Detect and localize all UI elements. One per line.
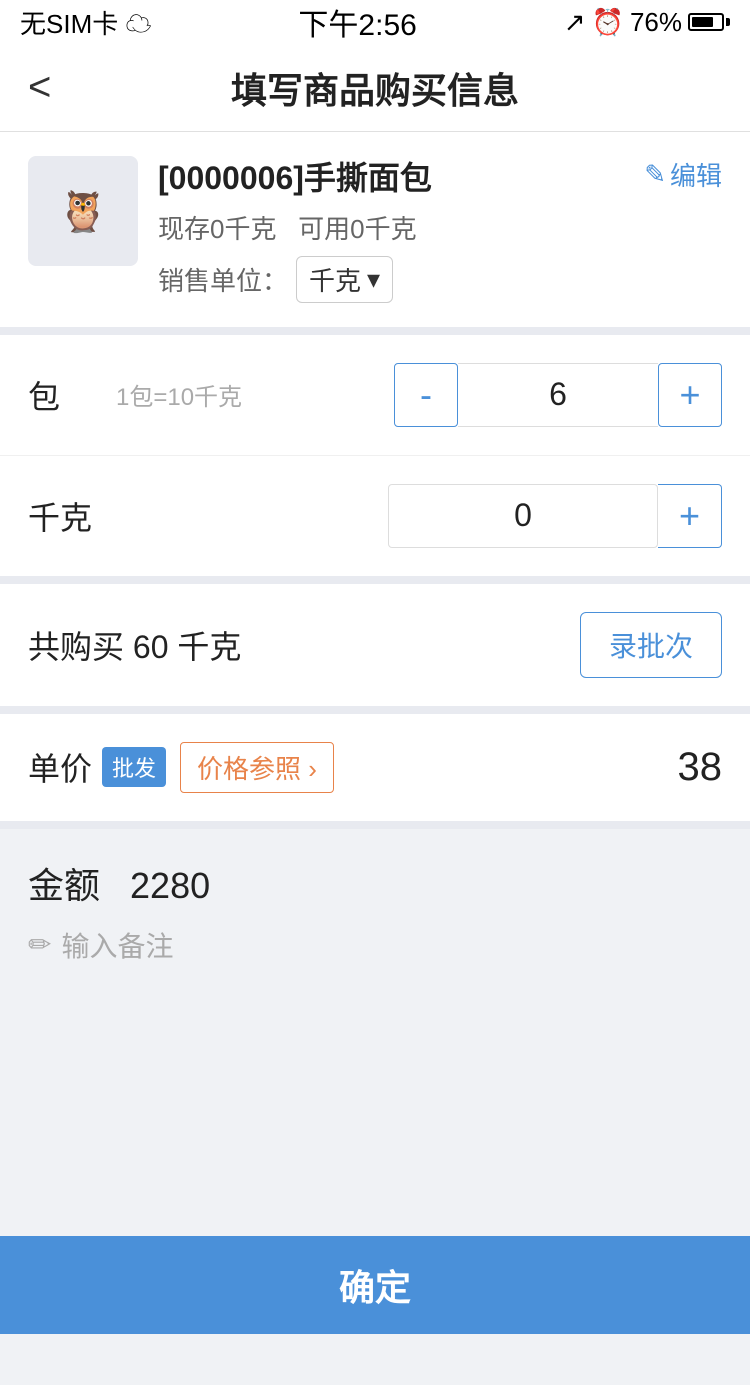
battery-percent: 76% <box>630 7 682 38</box>
edit-icon: ✎ <box>644 159 666 190</box>
product-card: 🦉 [0000006]手撕面包 ✎ 编辑 现存0千克 可用0千克 销售单位： 千… <box>0 132 750 335</box>
price-type-badge: 批发 <box>102 747 166 787</box>
carrier-text: 无SIM卡 ☁ <box>20 4 151 41</box>
amount-row: 金额 2280 <box>28 857 722 909</box>
bag-quantity-input[interactable] <box>458 363 658 427</box>
unit-select[interactable]: 千克 ▾ <box>296 256 393 303</box>
product-name: [0000006]手撕面包 <box>158 156 432 201</box>
product-logo-icon: 🦉 <box>58 188 108 235</box>
amount-label: 金额 <box>28 865 100 906</box>
price-value: 38 <box>678 745 723 790</box>
stock-available: 可用0千克 <box>298 214 416 244</box>
price-row: 单价 批发 价格参照 › 38 <box>28 742 722 821</box>
batch-button[interactable]: 录批次 <box>580 612 722 678</box>
note-placeholder: 输入备注 <box>61 925 173 965</box>
page-title: 填写商品购买信息 <box>231 62 519 114</box>
amount-section: 金额 2280 ✏ 输入备注 <box>0 829 750 985</box>
product-image: 🦉 <box>28 156 138 266</box>
status-right: ↗ ⏰ 76% <box>564 7 730 38</box>
bag-hint: 1包=10千克 <box>116 377 242 412</box>
bag-input-row: 包 1包=10千克 - + <box>0 335 750 456</box>
confirm-bar[interactable]: 确定 <box>0 1236 750 1334</box>
edit-label: 编辑 <box>670 156 722 193</box>
bag-increment-button[interactable]: + <box>658 363 722 427</box>
stock-current: 现存0千克 <box>158 214 276 244</box>
edit-button[interactable]: ✎ 编辑 <box>644 156 722 193</box>
nav-bar: < 填写商品购买信息 <box>0 44 750 132</box>
kg-label: 千克 <box>28 493 108 539</box>
price-reference-button[interactable]: 价格参照 › <box>180 742 334 793</box>
total-text: 共购买 60 千克 <box>28 622 241 668</box>
status-time: 下午2:56 <box>298 0 416 44</box>
note-icon: ✏ <box>28 928 51 961</box>
product-info: [0000006]手撕面包 ✎ 编辑 现存0千克 可用0千克 销售单位： 千克 … <box>158 156 722 303</box>
unit-value: 千克 <box>309 261 361 298</box>
back-button[interactable]: < <box>28 65 51 110</box>
price-section: 单价 批发 价格参照 › 38 <box>0 714 750 829</box>
kg-quantity-input[interactable] <box>388 484 658 548</box>
total-row: 共购买 60 千克 录批次 <box>0 584 750 714</box>
confirm-label: 确定 <box>339 1259 411 1311</box>
kg-increment-button[interactable]: + <box>658 484 722 548</box>
status-bar: 无SIM卡 ☁ 下午2:56 ↗ ⏰ 76% <box>0 0 750 44</box>
location-icon: ↗ <box>564 7 586 38</box>
price-ref-label: 价格参照 › <box>197 749 317 786</box>
bag-controls: - + <box>394 363 722 427</box>
amount-value: 2280 <box>130 865 210 906</box>
unit-label: 销售单位： <box>158 261 288 298</box>
note-row[interactable]: ✏ 输入备注 <box>28 925 722 985</box>
input-section: 包 1包=10千克 - + 千克 + <box>0 335 750 584</box>
bag-decrement-button[interactable]: - <box>394 363 458 427</box>
kg-controls: + <box>388 484 722 548</box>
battery-icon <box>688 13 730 31</box>
bag-label: 包 <box>28 372 108 418</box>
status-left: 无SIM卡 ☁ <box>20 4 151 41</box>
product-unit-row: 销售单位： 千克 ▾ <box>158 256 722 303</box>
alarm-icon: ⏰ <box>592 7 624 38</box>
product-stock: 现存0千克 可用0千克 <box>158 209 722 246</box>
chevron-down-icon: ▾ <box>367 264 380 295</box>
price-label: 单价 <box>28 744 92 790</box>
kg-input-row: 千克 + <box>0 456 750 576</box>
